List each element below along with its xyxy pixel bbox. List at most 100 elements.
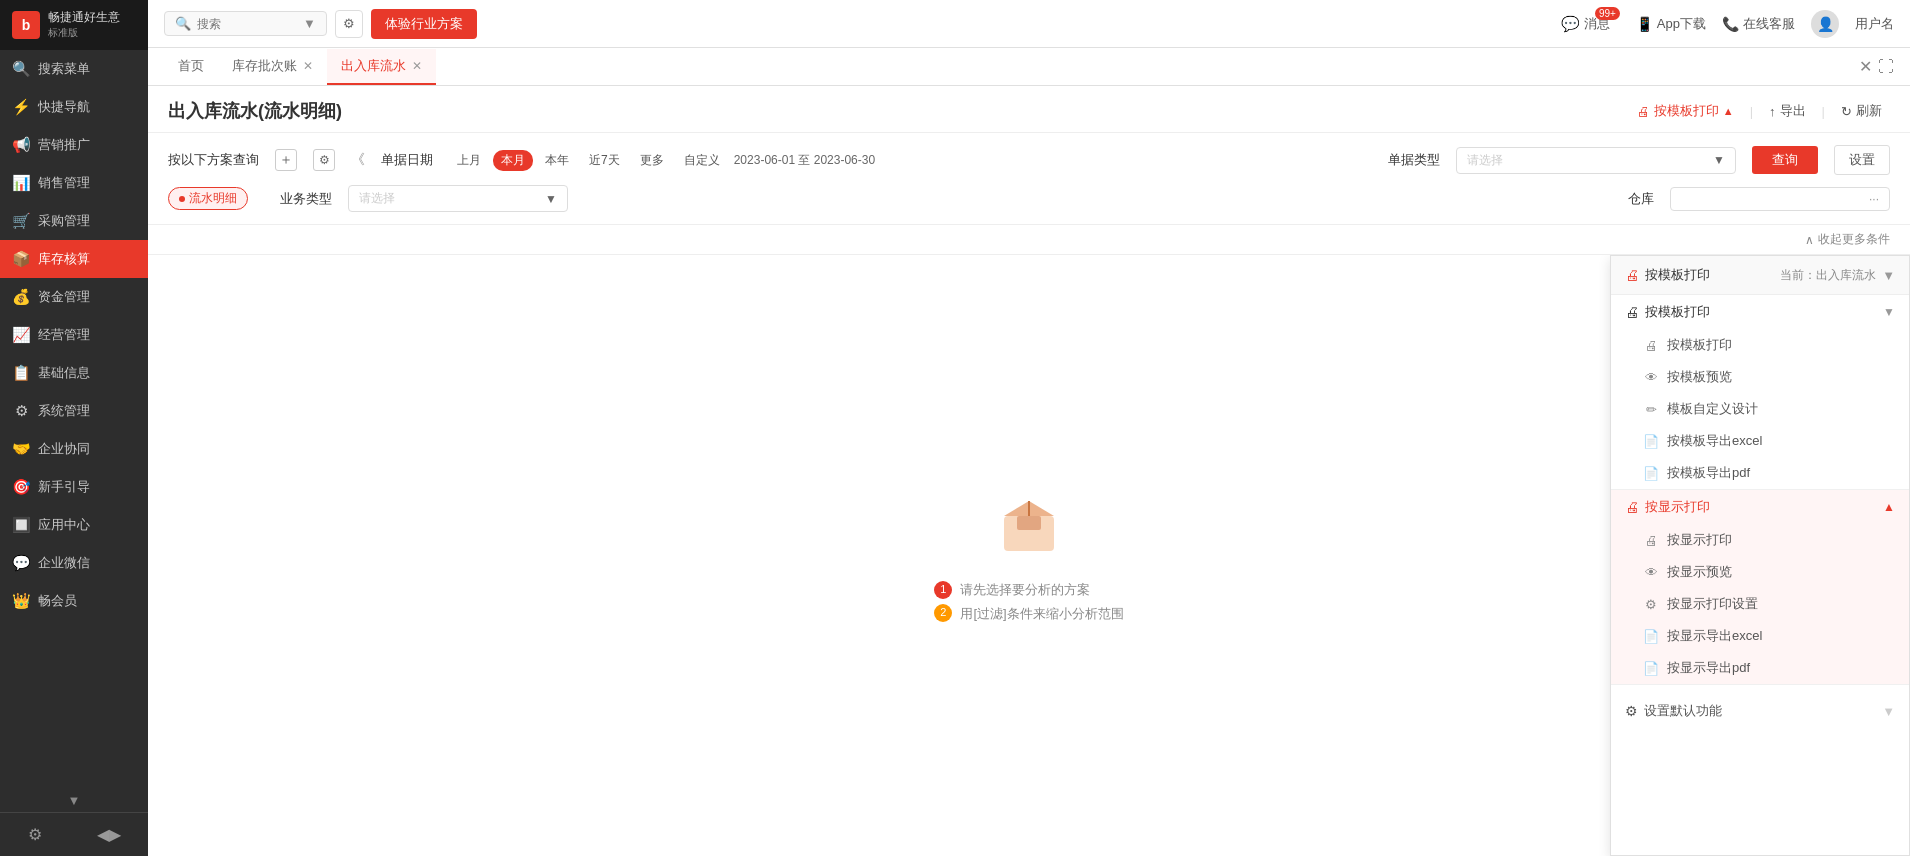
print-icon-dropdown: 🖨 <box>1625 267 1639 283</box>
sidebar-item-operation[interactable]: 📈 经营管理 <box>0 316 148 354</box>
search-dropdown-icon[interactable]: ▼ <box>303 16 316 31</box>
sidebar-nav: 🔍 搜索菜单 ⚡ 快捷导航 📢 营销推广 📊 销售管理 🛒 采购管理 📦 <box>0 50 148 789</box>
search-icon-topbar: 🔍 <box>175 16 191 31</box>
template-print-action-item[interactable]: 🖨 按模板打印 <box>1611 329 1909 361</box>
app-download-btn[interactable]: 📱 App下载 <box>1636 15 1706 33</box>
refresh-btn[interactable]: ↻ 刷新 <box>1833 98 1890 124</box>
empty-box-icon <box>989 486 1069 566</box>
filter-collapse-left-btn[interactable]: 《 <box>351 151 365 169</box>
template-section-arrow[interactable]: ▼ <box>1883 305 1895 319</box>
sidebar-item-apps[interactable]: 🔲 应用中心 <box>0 506 148 544</box>
biz-type-input[interactable]: 请选择 ▼ <box>348 185 568 212</box>
apps-icon: 🔲 <box>12 516 30 534</box>
sidebar-item-finance[interactable]: 💰 资金管理 <box>0 278 148 316</box>
sidebar-item-system[interactable]: ⚙ 系统管理 <box>0 392 148 430</box>
online-service-btn[interactable]: 📞 在线客服 <box>1722 15 1795 33</box>
date-7days[interactable]: 近7天 <box>581 150 628 171</box>
sidebar-item-search[interactable]: 🔍 搜索菜单 <box>0 50 148 88</box>
top-bar-right: 💬 消息 99+ 📱 App下载 📞 在线客服 👤 用户名 <box>1561 10 1894 38</box>
footer-arrow: ▼ <box>1882 704 1895 719</box>
display-print-icon: 🖨 <box>1643 532 1659 548</box>
tab-batch[interactable]: 库存批次账 ✕ <box>218 49 327 85</box>
content-main: 1 请先选择要分析的方案 2 用[过滤]条件来缩小分析范围 <box>148 255 1910 856</box>
sidebar-item-cooperation[interactable]: 🤝 企业协同 <box>0 430 148 468</box>
template-customize-icon: ✏ <box>1643 401 1659 417</box>
print-dropdown-arrow[interactable]: ▲ <box>1723 105 1734 117</box>
template-preview-item[interactable]: 👁 按模板预览 <box>1611 361 1909 393</box>
print-btn[interactable]: 🖨 按模板打印 ▲ <box>1629 98 1742 124</box>
app-icon: 📱 <box>1636 16 1653 32</box>
sidebar-item-purchase[interactable]: 🛒 采购管理 <box>0 202 148 240</box>
template-print-section: 🖨 按模板打印 ▼ 🖨 按模板打印 👁 按模 <box>1611 295 1909 490</box>
display-print-action-item[interactable]: 🖨 按显示打印 <box>1611 524 1909 556</box>
close-window-btn[interactable]: ✕ <box>1859 57 1872 76</box>
trial-btn[interactable]: 体验行业方案 <box>371 9 477 39</box>
display-export-excel-item[interactable]: 📄 按显示导出excel <box>1611 620 1909 652</box>
date-more[interactable]: 更多 <box>632 150 672 171</box>
display-print-section: 🖨 按显示打印 ▲ 🖨 按显示打印 👁 按显 <box>1611 490 1909 685</box>
template-print-section-header[interactable]: 🖨 按模板打印 ▼ <box>1611 295 1909 329</box>
message-btn[interactable]: 💬 消息 99+ <box>1561 15 1610 33</box>
expand-window-btn[interactable]: ⛶ <box>1878 58 1894 76</box>
sidebar-settings-icon[interactable]: ⚙ <box>20 821 50 848</box>
template-export-excel-item[interactable]: 📄 按模板导出excel <box>1611 425 1909 457</box>
filter-add-btn[interactable]: ＋ <box>275 149 297 171</box>
query-btn[interactable]: 查询 <box>1752 146 1818 174</box>
sidebar-collapse-icon[interactable]: ◀▶ <box>89 821 129 848</box>
pdf-icon: 📄 <box>1643 465 1659 481</box>
cooperation-icon: 🤝 <box>12 440 30 458</box>
display-print-section-title: 🖨 按显示打印 <box>1625 498 1710 516</box>
display-preview-item[interactable]: 👁 按显示预览 <box>1611 556 1909 588</box>
print-section-icon: 🖨 <box>1625 304 1639 320</box>
date-range: 2023-06-01 至 2023-06-30 <box>734 152 875 169</box>
logo-icon: b <box>12 11 40 39</box>
export-btn[interactable]: ↑ 导出 <box>1761 98 1814 124</box>
collapse-bar[interactable]: ∧ 收起更多条件 <box>148 225 1910 255</box>
avatar[interactable]: 👤 <box>1811 10 1839 38</box>
setup-btn[interactable]: 设置 <box>1834 145 1890 175</box>
empty-state: 1 请先选择要分析的方案 2 用[过滤]条件来缩小分析范围 <box>934 486 1123 625</box>
sidebar-item-guide[interactable]: 🎯 新手引导 <box>0 468 148 506</box>
date-last-month[interactable]: 上月 <box>449 150 489 171</box>
set-default-btn[interactable]: ⚙ 设置默认功能 ▼ <box>1625 695 1895 727</box>
filter-row-1: 按以下方案查询 ＋ ⚙ 《 单据日期 上月 本月 本年 近7天 更多 自定义 <box>168 145 1890 175</box>
display-preview-icon: 👁 <box>1643 564 1659 580</box>
date-custom[interactable]: 自定义 <box>676 150 728 171</box>
active-filter-tag[interactable]: 流水明细 <box>168 187 248 210</box>
dropdown-header: 🖨 按模板打印 当前：出入库流水 ▼ <box>1611 256 1909 295</box>
current-template-label: 当前：出入库流水 <box>1780 267 1876 284</box>
sidebar-item-inventory[interactable]: 📦 库存核算 <box>0 240 148 278</box>
topbar-settings-btn[interactable]: ⚙ <box>335 10 363 38</box>
tab-flow[interactable]: 出入库流水 ✕ <box>327 49 436 85</box>
quick-nav-icon: ⚡ <box>12 98 30 116</box>
template-export-pdf-item[interactable]: 📄 按模板导出pdf <box>1611 457 1909 489</box>
warehouse-input[interactable]: ··· <box>1670 187 1890 211</box>
display-export-pdf-item[interactable]: 📄 按显示导出pdf <box>1611 652 1909 684</box>
sidebar-item-sales[interactable]: 📊 销售管理 <box>0 164 148 202</box>
date-this-year[interactable]: 本年 <box>537 150 577 171</box>
display-section-arrow[interactable]: ▲ <box>1883 500 1895 514</box>
sidebar-scroll-down[interactable]: ▼ <box>0 789 148 812</box>
tab-batch-close[interactable]: ✕ <box>303 59 313 73</box>
filter-settings-btn[interactable]: ⚙ <box>313 149 335 171</box>
display-pdf-icon: 📄 <box>1643 660 1659 676</box>
display-print-settings-item[interactable]: ⚙ 按显示打印设置 <box>1611 588 1909 620</box>
tab-flow-close[interactable]: ✕ <box>412 59 422 73</box>
dropdown-title: 🖨 按模板打印 <box>1625 266 1710 284</box>
template-customize-item[interactable]: ✏ 模板自定义设计 <box>1611 393 1909 425</box>
display-print-section-header[interactable]: 🖨 按显示打印 ▲ <box>1611 490 1909 524</box>
warehouse-more-icon[interactable]: ··· <box>1869 192 1879 206</box>
dropdown-toggle-btn[interactable]: ▼ <box>1882 268 1895 283</box>
tab-home[interactable]: 首页 <box>164 49 218 85</box>
global-search[interactable]: 🔍 ▼ <box>164 11 327 36</box>
doc-type-input[interactable]: 请选择 ▼ <box>1456 147 1736 174</box>
display-excel-icon: 📄 <box>1643 628 1659 644</box>
sidebar-item-basic[interactable]: 📋 基础信息 <box>0 354 148 392</box>
sidebar-item-quick-nav[interactable]: ⚡ 快捷导航 <box>0 88 148 126</box>
empty-steps: 1 请先选择要分析的方案 2 用[过滤]条件来缩小分析范围 <box>934 578 1123 625</box>
date-this-month[interactable]: 本月 <box>493 150 533 171</box>
sidebar-item-marketing[interactable]: 📢 营销推广 <box>0 126 148 164</box>
sidebar-item-member[interactable]: 👑 畅会员 <box>0 582 148 620</box>
sidebar-item-wechat[interactable]: 💬 企业微信 <box>0 544 148 582</box>
search-input[interactable] <box>197 17 297 31</box>
